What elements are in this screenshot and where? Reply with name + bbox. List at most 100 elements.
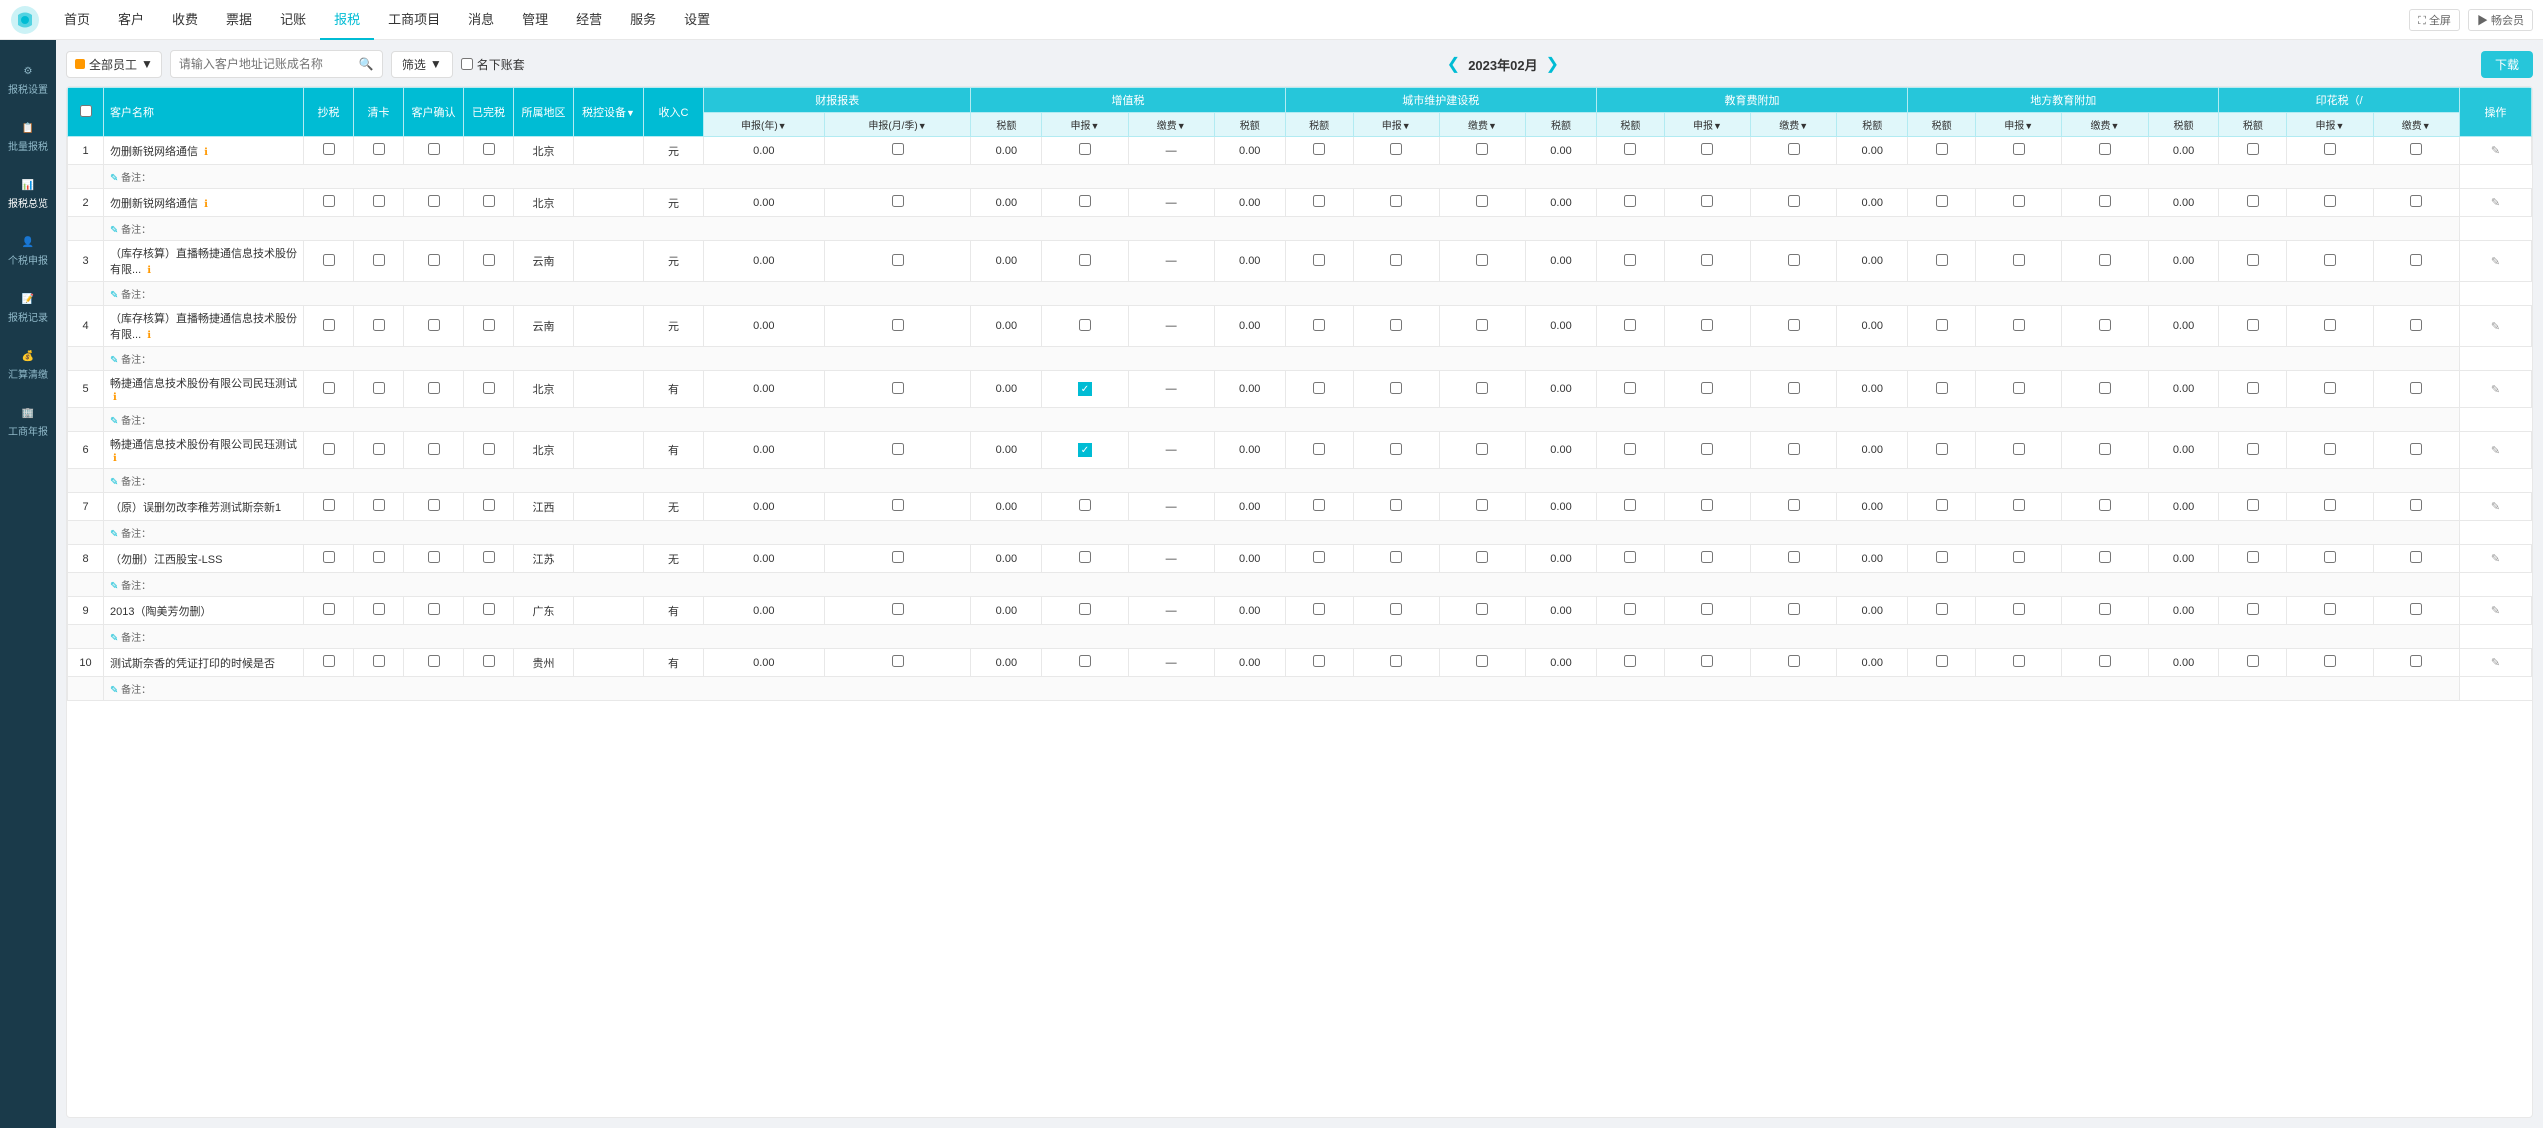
qingka-checkbox[interactable] — [373, 499, 385, 511]
cell-qingka[interactable] — [354, 306, 404, 347]
cell-edu-declare[interactable] — [1664, 306, 1750, 347]
col-stamp-fee[interactable]: 缴费▼ — [2373, 113, 2459, 137]
cell-financial-monthly[interactable] — [824, 371, 971, 408]
confirm-checkbox[interactable] — [428, 382, 440, 394]
cell-stamp-amount[interactable] — [2219, 306, 2287, 347]
cell-vat-declare[interactable] — [1042, 597, 1128, 625]
cell-financial-monthly[interactable] — [824, 545, 971, 573]
cell-confirm[interactable] — [404, 545, 464, 573]
search-input[interactable] — [179, 57, 359, 71]
cell-edu-fee[interactable] — [1751, 597, 1837, 625]
cell-confirm[interactable] — [404, 137, 464, 165]
cell-chaoshui[interactable] — [304, 649, 354, 677]
cell-stamp-fee[interactable] — [2373, 597, 2459, 625]
edit-icon[interactable]: ✎ — [2491, 145, 2500, 157]
cell-qingka[interactable] — [354, 649, 404, 677]
completed-checkbox[interactable] — [483, 195, 495, 207]
cell-stamp-declare[interactable] — [2287, 432, 2373, 469]
sidebar-item-settlement[interactable]: 💰 汇算清缴 — [0, 335, 56, 392]
qingka-checkbox[interactable] — [373, 319, 385, 331]
cell-stamp-amount[interactable] — [2219, 189, 2287, 217]
cell-vat-fee[interactable]: — — [1128, 371, 1214, 408]
cell-vat-declare[interactable] — [1042, 137, 1128, 165]
cell-financial-monthly[interactable] — [824, 137, 971, 165]
cell-city-amount[interactable] — [1285, 649, 1353, 677]
cell-city-amount[interactable] — [1285, 493, 1353, 521]
cell-edu-declare[interactable] — [1664, 137, 1750, 165]
cell-city-declare[interactable] — [1353, 649, 1439, 677]
qingka-checkbox[interactable] — [373, 443, 385, 455]
cell-city-fee[interactable] — [1439, 432, 1525, 469]
cell-local-amount[interactable] — [1908, 189, 1976, 217]
cell-local-fee[interactable] — [2062, 137, 2148, 165]
nav-operation[interactable]: 经营 — [562, 0, 616, 40]
cell-city-fee[interactable] — [1439, 189, 1525, 217]
completed-checkbox[interactable] — [483, 499, 495, 511]
note-cell[interactable]: ✎ 备注： — [104, 573, 2460, 597]
cell-edu-fee[interactable] — [1751, 649, 1837, 677]
cell-confirm[interactable] — [404, 493, 464, 521]
completed-checkbox[interactable] — [483, 655, 495, 667]
cell-city-amount[interactable] — [1285, 241, 1353, 282]
cell-edu-declare[interactable] — [1664, 241, 1750, 282]
cell-city-fee[interactable] — [1439, 306, 1525, 347]
cell-local-declare[interactable] — [1976, 306, 2062, 347]
cell-city-amount[interactable] — [1285, 597, 1353, 625]
cell-completed[interactable] — [464, 306, 514, 347]
sidebar-item-personal-tax[interactable]: 👤 个税申报 — [0, 221, 56, 278]
cell-financial-monthly[interactable] — [824, 493, 971, 521]
cell-qingka[interactable] — [354, 137, 404, 165]
col-header-name[interactable]: 客户名称 — [104, 88, 304, 137]
cell-stamp-fee[interactable] — [2373, 241, 2459, 282]
cell-chaoshui[interactable] — [304, 371, 354, 408]
next-month-button[interactable]: ❯ — [1546, 54, 1559, 74]
cell-stamp-declare[interactable] — [2287, 493, 2373, 521]
cell-city-fee[interactable] — [1439, 597, 1525, 625]
col-header-taxdevice[interactable]: 税控设备▼ — [574, 88, 644, 137]
completed-checkbox[interactable] — [483, 551, 495, 563]
cell-local-declare[interactable] — [1976, 137, 2062, 165]
cell-stamp-amount[interactable] — [2219, 241, 2287, 282]
cell-local-fee[interactable] — [2062, 545, 2148, 573]
cell-local-declare[interactable] — [1976, 493, 2062, 521]
edit-icon[interactable]: ✎ — [2491, 553, 2500, 565]
edit-icon[interactable]: ✎ — [2491, 197, 2500, 209]
cell-vat-fee[interactable]: — — [1128, 545, 1214, 573]
edit-icon[interactable]: ✎ — [2491, 321, 2500, 333]
confirm-checkbox[interactable] — [428, 551, 440, 563]
cell-local-amount[interactable] — [1908, 493, 1976, 521]
cell-edu-amount[interactable] — [1596, 189, 1664, 217]
cell-city-declare[interactable] — [1353, 597, 1439, 625]
col-vat-declare[interactable]: 申报▼ — [1042, 113, 1128, 137]
cell-local-fee[interactable] — [2062, 241, 2148, 282]
cell-local-amount[interactable] — [1908, 545, 1976, 573]
cell-stamp-declare[interactable] — [2287, 649, 2373, 677]
cell-city-declare[interactable] — [1353, 545, 1439, 573]
cell-stamp-fee[interactable] — [2373, 306, 2459, 347]
cell-stamp-fee[interactable] — [2373, 371, 2459, 408]
cell-chaoshui[interactable] — [304, 545, 354, 573]
completed-checkbox[interactable] — [483, 443, 495, 455]
cell-edu-declare[interactable] — [1664, 597, 1750, 625]
cell-city-fee[interactable] — [1439, 649, 1525, 677]
cell-qingka[interactable] — [354, 189, 404, 217]
note-cell[interactable]: ✎ 备注： — [104, 165, 2460, 189]
col-header-qingka[interactable]: 清卡 — [354, 88, 404, 137]
cell-city-fee[interactable] — [1439, 371, 1525, 408]
note-cell[interactable]: ✎ 备注： — [104, 469, 2460, 493]
col-header-region[interactable]: 所属地区 — [514, 88, 574, 137]
cell-local-amount[interactable] — [1908, 432, 1976, 469]
cell-qingka[interactable] — [354, 493, 404, 521]
qingka-checkbox[interactable] — [373, 382, 385, 394]
cell-local-amount[interactable] — [1908, 306, 1976, 347]
cell-chaoshui[interactable] — [304, 306, 354, 347]
cell-stamp-declare[interactable] — [2287, 306, 2373, 347]
filter-button[interactable]: 筛选 ▼ — [391, 51, 453, 78]
cell-action[interactable]: ✎ — [2459, 545, 2531, 573]
cell-financial-monthly[interactable] — [824, 649, 971, 677]
cell-local-fee[interactable] — [2062, 189, 2148, 217]
cell-local-declare[interactable] — [1976, 189, 2062, 217]
chaoshui-checkbox[interactable] — [323, 143, 335, 155]
cell-edu-declare[interactable] — [1664, 545, 1750, 573]
col-edu-fee[interactable]: 缴费▼ — [1751, 113, 1837, 137]
